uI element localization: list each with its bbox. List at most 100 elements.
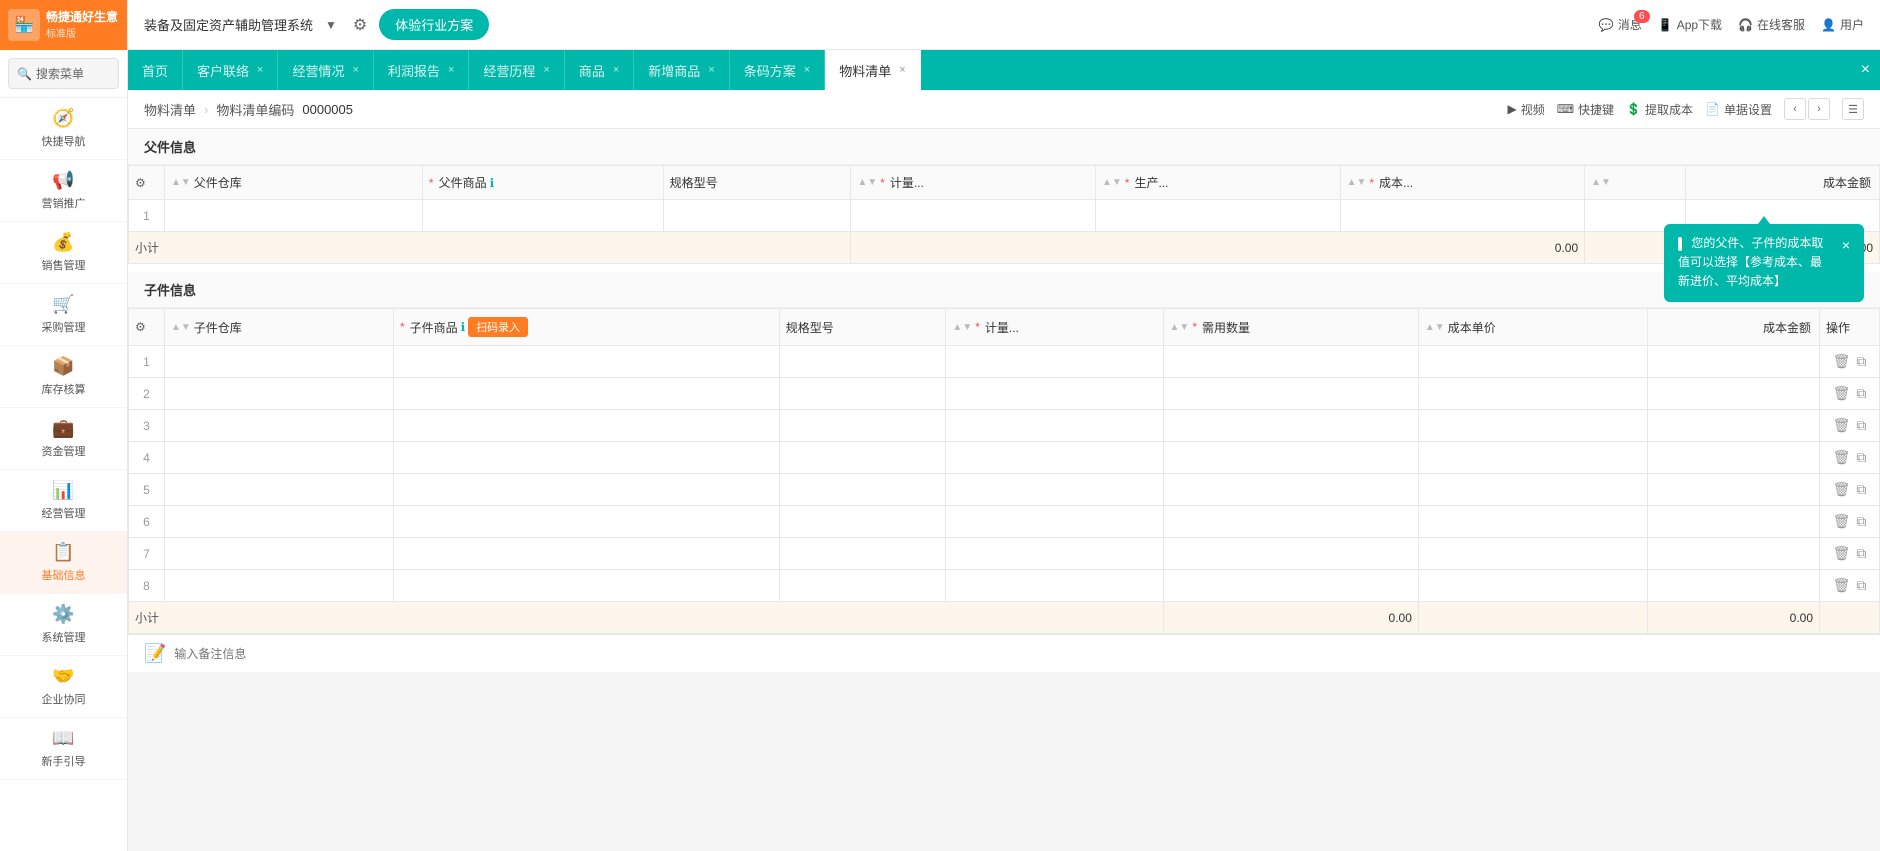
prev-arrow-button[interactable]: ‹ [1784, 98, 1806, 120]
copy-icon-3[interactable]: ⧉ [1856, 417, 1866, 434]
user-button[interactable]: 👤 用户 [1821, 16, 1864, 33]
copy-icon-1[interactable]: ⧉ [1856, 353, 1866, 370]
extract-cost-button[interactable]: 💲 提取成本 [1626, 101, 1693, 118]
child-row-2-amount[interactable] [1647, 378, 1819, 410]
child-row-6-product[interactable] [393, 506, 779, 538]
delete-icon-5[interactable]: 🗑 [1833, 481, 1851, 498]
sidebar-item-basic[interactable]: 📋基础信息 [0, 532, 127, 594]
sidebar-item-purchase[interactable]: 🛒采购管理 [0, 284, 127, 346]
child-row-5-spec[interactable] [779, 474, 946, 506]
scan-button[interactable]: 扫码录入 [468, 317, 528, 337]
tab-customer-close[interactable]: × [257, 64, 263, 76]
child-row-5-amount[interactable] [1647, 474, 1819, 506]
child-row-4-spec[interactable] [779, 442, 946, 474]
tab-profit[interactable]: 利润报告× [374, 50, 469, 90]
child-row-7-qty[interactable] [1163, 538, 1418, 570]
copy-icon-8[interactable]: ⧉ [1856, 577, 1866, 594]
tab-home[interactable]: 首页 [128, 50, 183, 90]
child-row-8-qty[interactable] [1163, 570, 1418, 602]
view-video-button[interactable]: ▶ 视频 [1507, 101, 1544, 118]
delete-icon-4[interactable]: 🗑 [1833, 449, 1851, 466]
child-row-3-qty[interactable] [1163, 410, 1418, 442]
child-row-4-unit-cost[interactable] [1418, 442, 1647, 474]
sidebar-item-finance[interactable]: 💼资金管理 [0, 408, 127, 470]
document-settings-button[interactable]: 📄 单据设置 [1705, 101, 1772, 118]
child-row-5-unit-cost[interactable] [1418, 474, 1647, 506]
child-row-3-unit-cost[interactable] [1418, 410, 1647, 442]
sidebar-item-system[interactable]: ⚙️系统管理 [0, 594, 127, 656]
parent-row-1-production[interactable] [1096, 200, 1341, 232]
tooltip-close-button[interactable]: × [1842, 234, 1850, 256]
delete-icon-3[interactable]: 🗑 [1833, 417, 1851, 434]
child-row-8-product[interactable] [393, 570, 779, 602]
sidebar-item-ops[interactable]: 📊经营管理 [0, 470, 127, 532]
settings-button[interactable]: ⚙ [349, 11, 371, 39]
menu-button[interactable]: ☰ [1842, 98, 1864, 120]
child-row-4-warehouse[interactable] [165, 442, 394, 474]
parent-row-1-unit[interactable] [851, 200, 1096, 232]
delete-icon-7[interactable]: 🗑 [1833, 545, 1851, 562]
child-row-1-warehouse[interactable] [165, 346, 394, 378]
child-row-4-amount[interactable] [1647, 442, 1819, 474]
child-row-2-warehouse[interactable] [165, 378, 394, 410]
child-row-8-warehouse[interactable] [165, 570, 394, 602]
copy-icon-4[interactable]: ⧉ [1856, 449, 1866, 466]
child-row-7-unit-cost[interactable] [1418, 538, 1647, 570]
copy-icon-6[interactable]: ⧉ [1856, 513, 1866, 530]
child-row-4-unit[interactable] [946, 442, 1163, 474]
tab-goods-close[interactable]: × [613, 64, 619, 76]
delete-icon-8[interactable]: 🗑 [1833, 577, 1851, 594]
system-dropdown-button[interactable]: ▼ [321, 16, 341, 34]
tab-history[interactable]: 经营历程× [469, 50, 564, 90]
child-row-1-unit[interactable] [946, 346, 1163, 378]
tab-newgoods-close[interactable]: × [708, 64, 714, 76]
child-row-7-spec[interactable] [779, 538, 946, 570]
child-row-1-spec[interactable] [779, 346, 946, 378]
child-row-8-unit-cost[interactable] [1418, 570, 1647, 602]
tab-barcode-close[interactable]: × [804, 64, 810, 76]
sidebar-item-marketing[interactable]: 📢营销推广 [0, 160, 127, 222]
child-row-6-qty[interactable] [1163, 506, 1418, 538]
online-service-button[interactable]: 🎧 在线客服 [1738, 16, 1805, 33]
child-row-2-qty[interactable] [1163, 378, 1418, 410]
child-row-1-unit-cost[interactable] [1418, 346, 1647, 378]
child-row-1-amount[interactable] [1647, 346, 1819, 378]
child-row-8-spec[interactable] [779, 570, 946, 602]
breadcrumb-page[interactable]: 物料清单 [144, 100, 196, 119]
child-row-7-warehouse[interactable] [165, 538, 394, 570]
sidebar-item-collab[interactable]: 🤝企业协同 [0, 656, 127, 718]
parent-row-1-product[interactable] [422, 200, 663, 232]
parent-row-1-spec[interactable] [663, 200, 851, 232]
app-download-button[interactable]: 📱 App下载 [1658, 16, 1722, 33]
child-row-3-warehouse[interactable] [165, 410, 394, 442]
child-row-6-spec[interactable] [779, 506, 946, 538]
parent-gear-icon[interactable]: ⚙ [135, 176, 146, 190]
tab-profit-close[interactable]: × [448, 64, 454, 76]
child-row-5-unit[interactable] [946, 474, 1163, 506]
sidebar-item-inventory[interactable]: 📦库存核算 [0, 346, 127, 408]
tab-history-close[interactable]: × [543, 64, 549, 76]
child-row-6-amount[interactable] [1647, 506, 1819, 538]
child-row-1-qty[interactable] [1163, 346, 1418, 378]
parent-row-1-cost[interactable] [1340, 200, 1585, 232]
child-row-2-unit[interactable] [946, 378, 1163, 410]
sidebar-item-sales[interactable]: 💰销售管理 [0, 222, 127, 284]
child-row-2-spec[interactable] [779, 378, 946, 410]
sidebar-item-quicknav[interactable]: 🧭快捷导航 [0, 98, 127, 160]
next-arrow-button[interactable]: › [1808, 98, 1830, 120]
parent-row-1-warehouse[interactable] [165, 200, 423, 232]
copy-icon-7[interactable]: ⧉ [1856, 545, 1866, 562]
child-row-2-unit-cost[interactable] [1418, 378, 1647, 410]
note-input[interactable] [174, 647, 1864, 661]
tab-goods[interactable]: 商品× [565, 50, 634, 90]
child-row-2-product[interactable] [393, 378, 779, 410]
child-row-6-unit-cost[interactable] [1418, 506, 1647, 538]
child-row-3-unit[interactable] [946, 410, 1163, 442]
tab-barcode[interactable]: 条码方案× [730, 50, 825, 90]
child-row-7-product[interactable] [393, 538, 779, 570]
tab-bom[interactable]: 物料清单× [825, 50, 920, 90]
message-button[interactable]: 💬 消息 6 [1599, 16, 1642, 33]
child-row-5-product[interactable] [393, 474, 779, 506]
child-row-4-product[interactable] [393, 442, 779, 474]
copy-icon-2[interactable]: ⧉ [1856, 385, 1866, 402]
